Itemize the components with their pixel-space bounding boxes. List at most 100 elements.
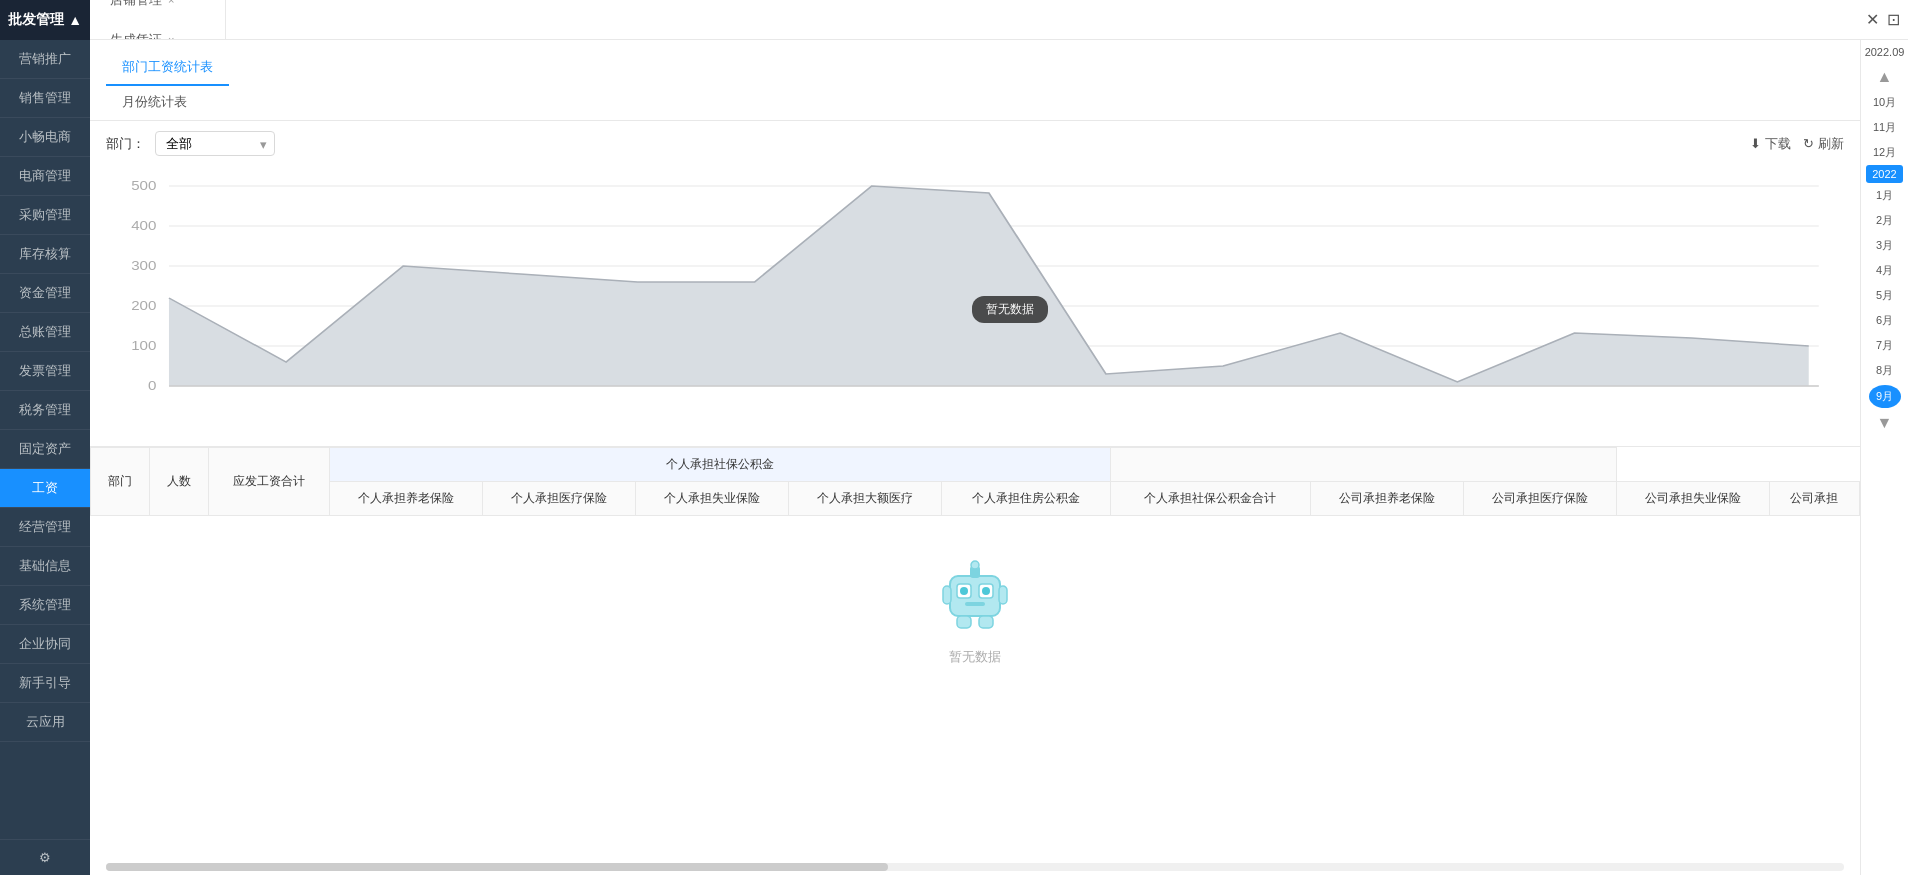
month-7[interactable]: 7月 — [1861, 333, 1908, 358]
date-nav-up[interactable]: ▲ — [1873, 64, 1897, 90]
th-count: 人数 — [149, 448, 208, 516]
sub-tab-1[interactable]: 月份统计表 — [106, 85, 229, 121]
sub-tab-0[interactable]: 部门工资统计表 — [106, 50, 229, 86]
sidebar-item-小畅电商[interactable]: 小畅电商 — [0, 118, 90, 157]
close-all-icon[interactable]: ✕ — [1866, 10, 1879, 29]
sidebar-item-系统管理[interactable]: 系统管理 — [0, 586, 90, 625]
chart-svg: 500 400 300 200 100 0 — [106, 166, 1844, 426]
th-personal-major-medical: 个人承担大额医疗 — [789, 482, 942, 516]
table-header-row2: 个人承担养老保险 个人承担医疗保险 个人承担失业保险 个人承担大额医疗 个人承担… — [91, 482, 1860, 516]
sidebar-settings[interactable]: ⚙ — [0, 839, 90, 875]
sidebar-item-资金管理[interactable]: 资金管理 — [0, 274, 90, 313]
sidebar-item-税务管理[interactable]: 税务管理 — [0, 391, 90, 430]
th-personal-housing: 个人承担住房公积金 — [942, 482, 1111, 516]
toolbar-left: 部门： 全部 — [106, 131, 275, 156]
sidebar-title: 批发管理 — [8, 11, 64, 29]
table-header-row1: 部门 人数 应发工资合计 个人承担社保公积金 — [91, 448, 1860, 482]
th-company-medical: 公司承担医疗保险 — [1463, 482, 1616, 516]
sidebar-item-新手引导[interactable]: 新手引导 — [0, 664, 90, 703]
month-12[interactable]: 12月 — [1861, 140, 1908, 165]
date-sidebar: 2022.09 ▲ 10月 11月 12月 2022 1月 2月 3月 4月 5… — [1860, 40, 1908, 875]
sidebar-item-营销推广[interactable]: 营销推广 — [0, 40, 90, 79]
month-11[interactable]: 11月 — [1861, 115, 1908, 140]
stats-table: 部门 人数 应发工资合计 个人承担社保公积金 个人承担养老保险 个人承担医疗保险… — [90, 447, 1860, 516]
th-company-other: 公司承担 — [1769, 482, 1859, 516]
svg-point-18 — [982, 587, 990, 595]
sidebar-item-固定资产[interactable]: 固定资产 — [0, 430, 90, 469]
download-btn[interactable]: ⬇ 下载 — [1750, 135, 1791, 153]
month-3[interactable]: 3月 — [1861, 233, 1908, 258]
svg-rect-23 — [999, 586, 1007, 604]
th-personal-insurance-group: 个人承担社保公积金 — [330, 448, 1111, 482]
month-6[interactable]: 6月 — [1861, 308, 1908, 333]
tab-label-3: 店铺管理 — [110, 0, 162, 9]
page: 部门工资统计表月份统计表 部门： 全部 ⬇ 下载 — [90, 40, 1860, 875]
sidebar-item-企业协同[interactable]: 企业协同 — [0, 625, 90, 664]
restore-icon[interactable]: ⊡ — [1887, 10, 1900, 29]
toolbar-right: ⬇ 下载 ↻ 刷新 — [1750, 135, 1844, 153]
sidebar-item-发票管理[interactable]: 发票管理 — [0, 352, 90, 391]
sub-tabs: 部门工资统计表月份统计表 — [90, 40, 1860, 121]
svg-rect-25 — [979, 616, 993, 628]
svg-text:400: 400 — [131, 219, 157, 232]
th-company-group — [1110, 448, 1616, 482]
th-company-unemployment: 公司承担失业保险 — [1616, 482, 1769, 516]
svg-point-17 — [960, 587, 968, 595]
tab-item-4[interactable]: 生成凭证× — [98, 20, 226, 41]
month-9-active[interactable]: 9月 — [1869, 385, 1901, 408]
sidebar-item-工资[interactable]: 工资 — [0, 469, 90, 508]
main-content: 首页门店商品目录×销售单×店铺管理×生成凭证×应收应付调整单×工资表×工资统计报… — [90, 0, 1908, 875]
th-personal-unemployment: 个人承担失业保险 — [636, 482, 789, 516]
tab-label-4: 生成凭证 — [110, 31, 162, 41]
no-data-area: 暂无数据 — [90, 516, 1860, 706]
sidebar-item-经营管理[interactable]: 经营管理 — [0, 508, 90, 547]
no-data-robot-icon — [935, 556, 1015, 636]
th-personal-medical: 个人承担医疗保险 — [483, 482, 636, 516]
month-1[interactable]: 1月 — [1861, 183, 1908, 208]
svg-text:500: 500 — [131, 179, 157, 192]
th-dept: 部门 — [91, 448, 150, 516]
table-container[interactable]: 部门 人数 应发工资合计 个人承担社保公积金 个人承担养老保险 个人承担医疗保险… — [90, 446, 1860, 859]
sidebar: 批发管理 ▲ 营销推广销售管理小畅电商电商管理采购管理库存核算资金管理总账管理发… — [0, 0, 90, 875]
sidebar-item-总账管理[interactable]: 总账管理 — [0, 313, 90, 352]
toolbar: 部门： 全部 ⬇ 下载 ↻ 刷新 — [90, 121, 1860, 166]
svg-text:100: 100 — [131, 339, 157, 352]
tab-item-3[interactable]: 店铺管理 × — [98, 0, 226, 20]
year-2022-label[interactable]: 2022 — [1866, 165, 1902, 183]
settings-icon: ⚙ — [39, 850, 51, 865]
month-2[interactable]: 2月 — [1861, 208, 1908, 233]
sidebar-item-基础信息[interactable]: 基础信息 — [0, 547, 90, 586]
refresh-btn[interactable]: ↻ 刷新 — [1803, 135, 1844, 153]
dept-label: 部门： — [106, 135, 145, 153]
tab-bar-end: ✕ ⊡ — [1866, 10, 1900, 29]
sidebar-toggle-icon[interactable]: ▲ — [68, 12, 82, 28]
dept-select[interactable]: 全部 — [155, 131, 275, 156]
horizontal-scrollbar[interactable] — [106, 863, 1844, 871]
svg-text:200: 200 — [131, 299, 157, 312]
month-4[interactable]: 4月 — [1861, 258, 1908, 283]
refresh-label: 刷新 — [1818, 135, 1844, 153]
date-sidebar-year-label[interactable]: 2022.09 — [1861, 40, 1908, 64]
th-company-pension: 公司承担养老保险 — [1310, 482, 1463, 516]
svg-rect-22 — [943, 586, 951, 604]
month-8[interactable]: 8月 — [1861, 358, 1908, 383]
date-nav-down[interactable]: ▼ — [1873, 410, 1897, 436]
chart-area: 500 400 300 200 100 0 暂无数据 — [90, 166, 1860, 446]
sidebar-item-销售管理[interactable]: 销售管理 — [0, 79, 90, 118]
svg-point-21 — [971, 561, 979, 569]
download-icon: ⬇ — [1750, 136, 1761, 151]
sidebar-item-库存核算[interactable]: 库存核算 — [0, 235, 90, 274]
svg-text:0: 0 — [148, 379, 157, 392]
sidebar-item-电商管理[interactable]: 电商管理 — [0, 157, 90, 196]
sidebar-item-云应用[interactable]: 云应用 — [0, 703, 90, 742]
svg-rect-24 — [957, 616, 971, 628]
dept-select-wrapper: 全部 — [155, 131, 275, 156]
no-data-text: 暂无数据 — [949, 648, 1001, 666]
tab-close-3[interactable]: × — [168, 0, 174, 6]
svg-marker-12 — [169, 186, 1809, 386]
scrollbar-thumb[interactable] — [106, 863, 888, 871]
month-5[interactable]: 5月 — [1861, 283, 1908, 308]
th-personal-total: 个人承担社保公积金合计 — [1110, 482, 1310, 516]
sidebar-item-采购管理[interactable]: 采购管理 — [0, 196, 90, 235]
month-10[interactable]: 10月 — [1861, 90, 1908, 115]
